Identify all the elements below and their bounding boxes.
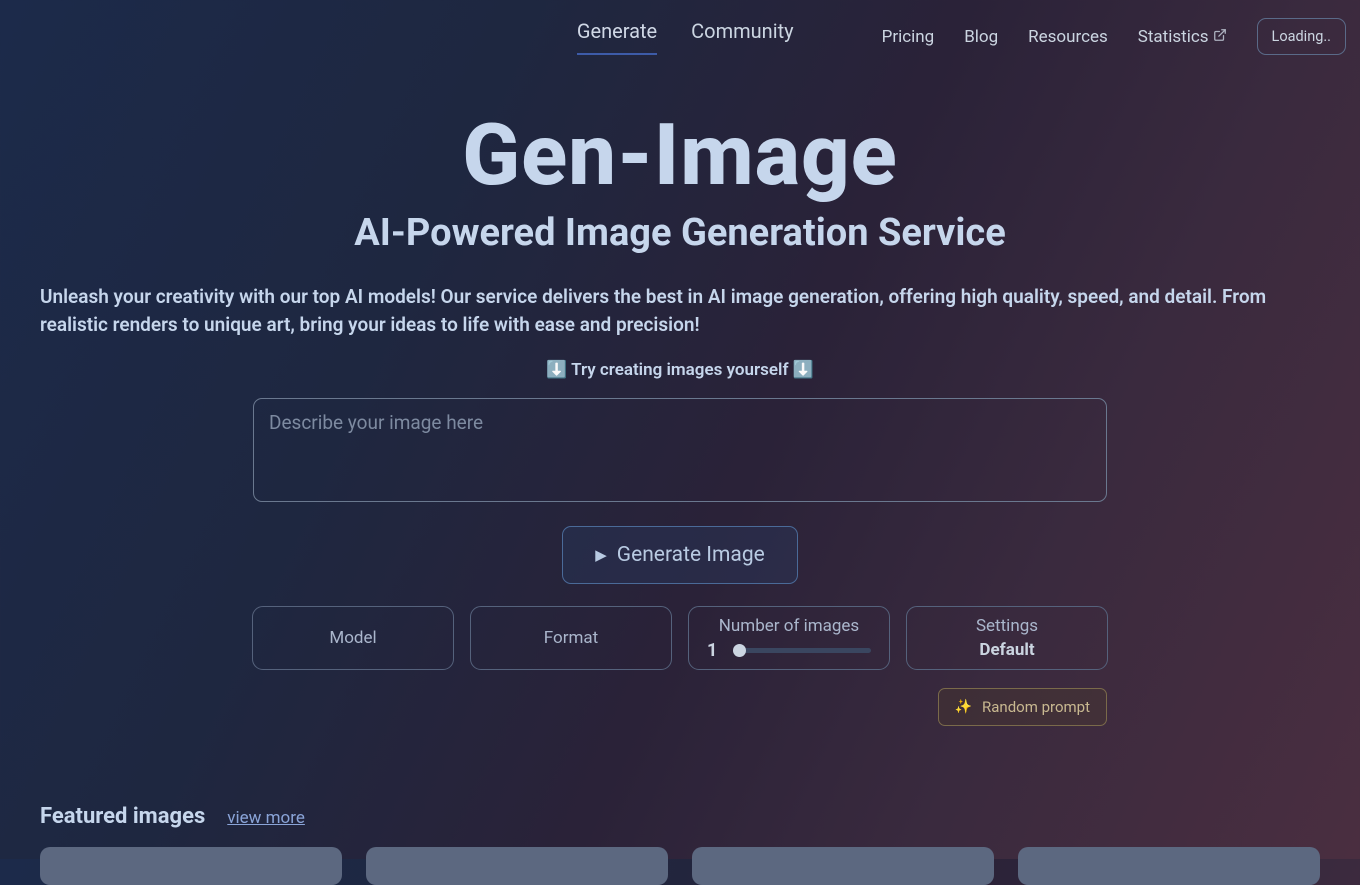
- featured-card[interactable]: [40, 847, 342, 885]
- random-prompt-label: Random prompt: [982, 698, 1090, 716]
- generate-button-label: Generate Image: [617, 543, 765, 567]
- model-select[interactable]: Model: [252, 606, 454, 670]
- num-images-label: Number of images: [719, 616, 859, 636]
- model-label: Model: [329, 628, 376, 648]
- hero-section: Gen-Image AI-Powered Image Generation Se…: [0, 105, 1360, 380]
- play-icon: ▶: [595, 546, 607, 564]
- num-images-value: 1: [707, 640, 717, 661]
- generator-panel: ▶ Generate Image Model Format Number of …: [0, 398, 1360, 726]
- nav-link-statistics[interactable]: Statistics: [1138, 27, 1227, 47]
- hero-description: Unleash your creativity with our top AI …: [40, 283, 1320, 338]
- nav-secondary-group: Pricing Blog Resources Statistics Loadin…: [882, 18, 1346, 55]
- page-subtitle: AI-Powered Image Generation Service: [40, 211, 1320, 255]
- nav-primary-group: Generate Community: [577, 19, 794, 55]
- generate-button[interactable]: ▶ Generate Image: [562, 526, 798, 584]
- nav-link-resources[interactable]: Resources: [1028, 27, 1108, 47]
- featured-heading: Featured images: [40, 804, 205, 829]
- nav-tab-community[interactable]: Community: [691, 19, 793, 55]
- options-row: Model Format Number of images 1 Settings…: [252, 606, 1108, 670]
- featured-card[interactable]: [692, 847, 994, 885]
- prompt-input[interactable]: [253, 398, 1107, 502]
- auth-loading-button[interactable]: Loading..: [1257, 18, 1346, 55]
- magic-wand-icon: ✨: [955, 699, 972, 715]
- settings-value: Default: [979, 640, 1034, 660]
- nav-link-pricing[interactable]: Pricing: [882, 27, 935, 47]
- format-label: Format: [544, 628, 598, 648]
- nav-tab-generate[interactable]: Generate: [577, 19, 657, 55]
- settings-select[interactable]: Settings Default: [906, 606, 1108, 670]
- external-link-icon: [1213, 28, 1227, 46]
- featured-cards-row: [40, 847, 1320, 885]
- try-cta-text: ⬇️ Try creating images yourself ⬇️: [40, 360, 1320, 380]
- view-more-link[interactable]: view more: [227, 808, 305, 828]
- featured-card[interactable]: [1018, 847, 1320, 885]
- featured-section: Featured images view more: [0, 804, 1360, 885]
- random-prompt-button[interactable]: ✨ Random prompt: [938, 688, 1107, 726]
- format-select[interactable]: Format: [470, 606, 672, 670]
- top-nav: Generate Community Pricing Blog Resource…: [0, 0, 1360, 55]
- featured-card[interactable]: [366, 847, 668, 885]
- number-of-images-control[interactable]: Number of images 1: [688, 606, 890, 670]
- nav-link-statistics-label: Statistics: [1138, 27, 1209, 47]
- settings-label: Settings: [976, 616, 1038, 636]
- featured-header: Featured images view more: [40, 804, 1320, 829]
- nav-link-blog[interactable]: Blog: [964, 27, 998, 47]
- page-title: Gen-Image: [40, 105, 1320, 205]
- slider-thumb[interactable]: [733, 644, 746, 657]
- num-images-slider[interactable]: [733, 648, 871, 653]
